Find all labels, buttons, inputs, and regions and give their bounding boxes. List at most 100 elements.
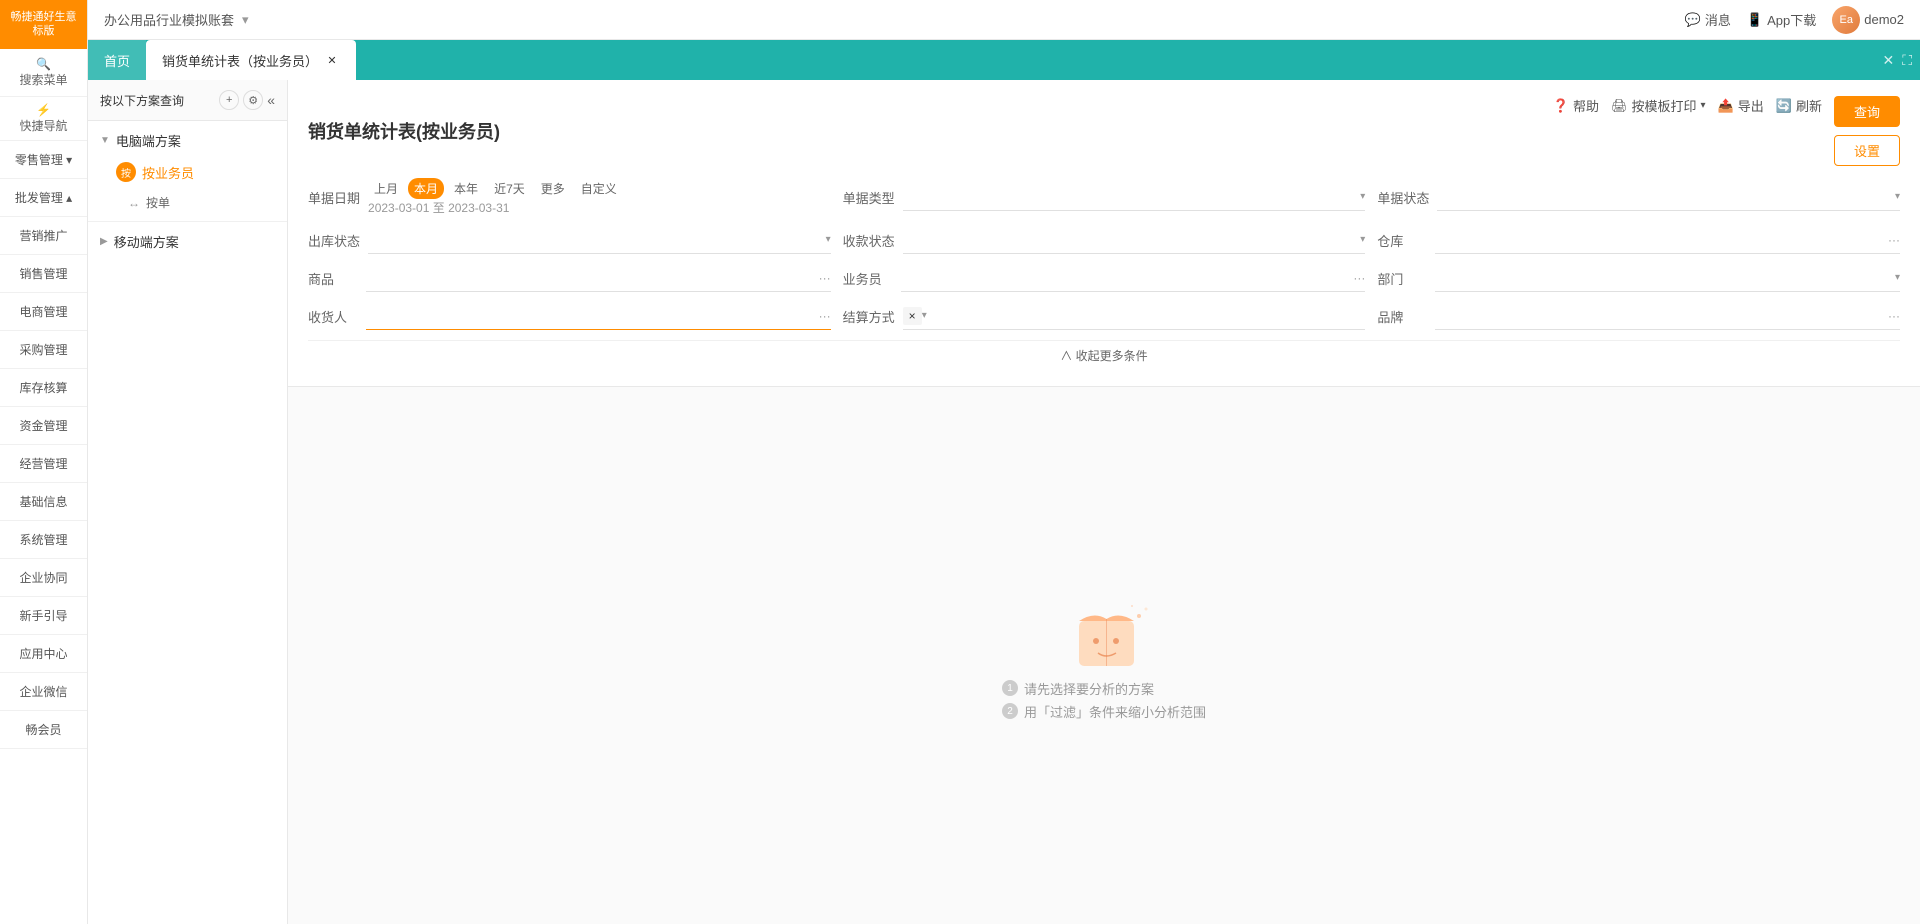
sidebar-item-enterprise[interactable]: 企业协同 (0, 559, 87, 597)
content-area: 按以下方案查询 + ⚙ « ▼ 电脑端方案 按 按业务员 (88, 80, 1920, 924)
warehouse-input[interactable]: ··· (1435, 226, 1900, 254)
docstatus-input[interactable]: ▾ (1437, 183, 1900, 211)
empty-hint-2: 2 用「过滤」条件来缩小分析范围 (1002, 702, 1206, 721)
query-btn[interactable]: 查询 (1834, 96, 1900, 127)
export-icon: 📤 (1718, 98, 1734, 114)
hint-num-2: 2 (1002, 703, 1018, 719)
payment-input[interactable]: ▾ (903, 226, 1366, 254)
filter-title-actions: ❓ 帮助 🖨 按模板打印 ▾ 📤 导出 (1553, 96, 1900, 166)
scheme-item-salesperson[interactable]: 按 按业务员 (88, 156, 287, 188)
export-label: 导出 (1738, 96, 1764, 115)
collapse-bar[interactable]: ∧ 收起更多条件 (308, 340, 1900, 370)
salesperson-more-icon[interactable]: ··· (1353, 271, 1365, 285)
sidebar-quick-nav-label: 快捷导航 (4, 117, 83, 134)
brand-input[interactable]: ··· (1435, 302, 1900, 330)
refresh-btn[interactable]: 🔄 刷新 (1776, 96, 1822, 115)
sidebar-item-member-label: 畅会员 (4, 721, 83, 738)
product-more-icon[interactable]: ··· (819, 271, 831, 285)
desktop-scheme-group-header[interactable]: ▼ 电脑端方案 (88, 125, 287, 156)
sidebar-item-retail[interactable]: 零售管理 ▾ (0, 141, 87, 179)
sidebar-item-finance[interactable]: 资金管理 (0, 407, 87, 445)
sidebar-item-system-label: 系统管理 (4, 531, 83, 548)
date-tab-custom[interactable]: 自定义 (575, 178, 623, 199)
product-label: 商品 (308, 269, 358, 288)
sidebar: 畅捷通好生意 标版 🔍 搜索菜单 ⚡ 快捷导航 零售管理 ▾ 批发管理 ▴ 营销… (0, 0, 88, 924)
settlement-input[interactable]: × ▾ (903, 302, 1366, 330)
collapse-label: 收起更多条件 (1076, 349, 1148, 363)
salesperson-input[interactable]: ··· (901, 264, 1366, 292)
print-dropdown-icon: ▾ (1701, 100, 1706, 111)
sidebar-item-marketing-label: 营销推广 (4, 227, 83, 244)
date-tab-lastmonth[interactable]: 上月 (368, 178, 404, 199)
sidebar-item-operations[interactable]: 经营管理 (0, 445, 87, 483)
date-tab-thismonth[interactable]: 本月 (408, 178, 444, 199)
mobile-group-arrow: ▶ (100, 236, 108, 247)
filter-warehouse-field: 仓库 ··· (1377, 226, 1900, 254)
department-input[interactable]: ▾ (1435, 264, 1900, 292)
tab-sales-stats-close[interactable]: ✕ (324, 52, 340, 68)
delivery-input[interactable]: ▾ (368, 226, 831, 254)
scheme-item-order[interactable]: ↔ 按单 (88, 188, 287, 217)
brand-more-icon[interactable]: ··· (1888, 309, 1900, 323)
sidebar-item-finance-label: 资金管理 (4, 417, 83, 434)
filter-settlement-field: 结算方式 × ▾ (843, 302, 1366, 330)
sidebar-quick-nav[interactable]: ⚡ 快捷导航 (0, 97, 87, 141)
user-profile-btn[interactable]: Ea demo2 (1832, 6, 1904, 34)
sidebar-item-purchase[interactable]: 采购管理 (0, 331, 87, 369)
doctype-input[interactable]: ▾ (903, 183, 1366, 211)
settlement-tag-close[interactable]: × (909, 309, 916, 323)
consignee-input[interactable]: ··· (366, 302, 831, 330)
tab-home[interactable]: 首页 (88, 40, 146, 80)
app-download-btn[interactable]: 📱 App下载 (1747, 10, 1816, 29)
sidebar-item-ecommerce[interactable]: 电商管理 (0, 293, 87, 331)
scheme-settings-btn[interactable]: ⚙ (243, 90, 263, 110)
date-tab-thisyear[interactable]: 本年 (448, 178, 484, 199)
sidebar-item-sales[interactable]: 销售管理 (0, 255, 87, 293)
sidebar-item-sales-label: 销售管理 (4, 265, 83, 282)
department-label: 部门 (1377, 269, 1427, 288)
payment-label: 收款状态 (843, 231, 895, 250)
warehouse-more-icon[interactable]: ··· (1888, 233, 1900, 247)
sidebar-item-system[interactable]: 系统管理 (0, 521, 87, 559)
date-tab-more[interactable]: 更多 (535, 178, 571, 199)
sidebar-item-wechat-label: 企业微信 (4, 683, 83, 700)
date-tab-last7[interactable]: 近7天 (488, 178, 531, 199)
download-icon: 📱 (1747, 12, 1763, 28)
product-input[interactable]: ··· (366, 264, 831, 292)
settings-btn[interactable]: 设置 (1834, 135, 1900, 166)
scheme-add-btn[interactable]: + (219, 90, 239, 110)
sidebar-item-marketing[interactable]: 营销推广 (0, 217, 87, 255)
sidebar-item-wholesale[interactable]: 批发管理 ▴ (0, 179, 87, 217)
sidebar-item-inventory[interactable]: 库存核算 (0, 369, 87, 407)
sidebar-item-purchase-label: 采购管理 (4, 341, 83, 358)
sidebar-item-wechat[interactable]: 企业微信 (0, 673, 87, 711)
help-btn[interactable]: ❓ 帮助 (1553, 96, 1599, 115)
desktop-scheme-group-label: 电脑端方案 (116, 131, 181, 150)
filter-title-row: 销货单统计表(按业务员) ❓ 帮助 🖨 按模板打印 ▾ (308, 96, 1900, 166)
export-btn[interactable]: 📤 导出 (1718, 96, 1764, 115)
empty-hint-1: 1 请先选择要分析的方案 (1002, 679, 1206, 698)
sidebar-logo[interactable]: 畅捷通好生意 标版 (0, 0, 87, 49)
filter-salesperson-field: 业务员 ··· (843, 264, 1366, 292)
tab-sales-stats[interactable]: 销货单统计表（按业务员） ✕ (146, 40, 356, 80)
scheme-collapse-btn[interactable]: « (267, 92, 275, 108)
sidebar-item-member[interactable]: 畅会员 (0, 711, 87, 749)
print-btn[interactable]: 🖨 按模板打印 ▾ (1611, 96, 1706, 115)
sidebar-item-newuser[interactable]: 新手引导 (0, 597, 87, 635)
date-tabs: 上月 本月 本年 近7天 更多 自定义 (368, 178, 831, 199)
tab-close-all-icon[interactable]: ✕ (1882, 52, 1894, 69)
filter-delivery-field: 出库状态 ▾ (308, 226, 831, 254)
filter-doctype-field: 单据类型 ▾ (843, 178, 1366, 216)
mobile-scheme-group-header[interactable]: ▶ 移动端方案 (88, 226, 287, 257)
nav-icon: ⚡ (4, 103, 83, 117)
top-selector-dropdown-icon[interactable]: ▾ (242, 12, 249, 28)
sidebar-search[interactable]: 🔍 搜索菜单 (0, 49, 87, 97)
sidebar-item-appcenter[interactable]: 应用中心 (0, 635, 87, 673)
sidebar-item-basic[interactable]: 基础信息 (0, 483, 87, 521)
settlement-dropdown-icon: ▾ (922, 310, 927, 321)
department-dropdown-icon: ▾ (1895, 272, 1900, 283)
scheme-panel-title: 按以下方案查询 (100, 92, 184, 109)
messages-btn[interactable]: 💬 消息 (1685, 10, 1731, 29)
consignee-more-icon[interactable]: ··· (819, 309, 831, 323)
tab-maximize-icon[interactable]: ⛶ (1902, 52, 1912, 69)
